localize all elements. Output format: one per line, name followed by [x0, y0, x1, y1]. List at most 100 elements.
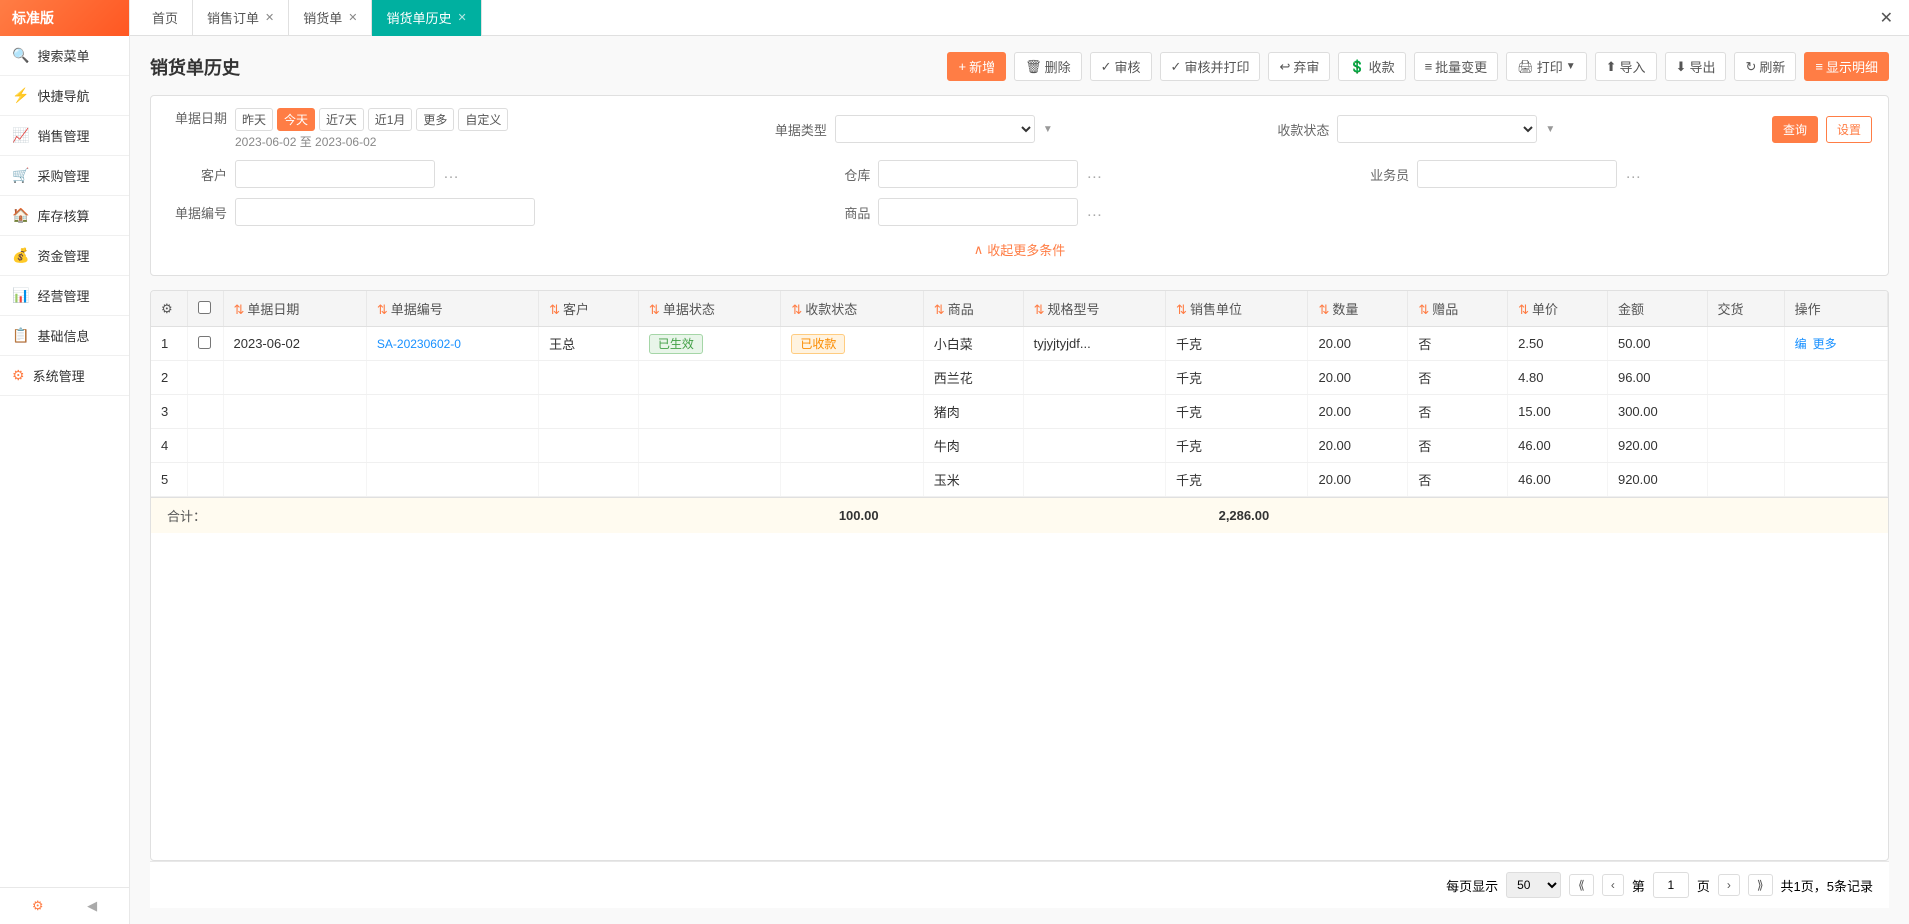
col-doc-date[interactable]: ⇅单据日期 [223, 291, 366, 327]
page-of-label: 页 [1697, 876, 1710, 895]
table-cell[interactable]: SA-20230602-0 [366, 327, 538, 361]
more-action-link[interactable]: 更多 [1813, 337, 1837, 351]
batch-change-button[interactable]: ≡ 批量变更 [1414, 52, 1499, 81]
date-yesterday-btn[interactable]: 昨天 [235, 108, 273, 131]
sidebar-item-search[interactable]: 🔍 搜索菜单 [0, 36, 129, 76]
salesman-dots[interactable]: … [1625, 165, 1641, 183]
tab-bar-close[interactable]: ✕ [1872, 8, 1901, 28]
collapse-sidebar-icon[interactable]: ◀ [87, 898, 97, 914]
table-row: 12023-06-02SA-20230602-0王总已生效已收款小白菜tyjyj… [151, 327, 1888, 361]
table-cell: 猪肉 [923, 395, 1023, 429]
next-page-btn[interactable]: › [1718, 874, 1740, 896]
goods-dots[interactable]: … [1086, 203, 1102, 221]
delete-button[interactable]: 🗑 删除 [1014, 52, 1082, 81]
tab-home[interactable]: 首页 [138, 0, 193, 36]
sidebar-item-quicknav[interactable]: ⚡ 快捷导航 [0, 76, 129, 116]
show-detail-button[interactable]: ≡ 显示明细 [1804, 52, 1889, 81]
settings-button[interactable]: 设置 [1826, 116, 1872, 143]
col-sales-unit[interactable]: ⇅销售单位 [1166, 291, 1308, 327]
table-cell: 920.00 [1607, 463, 1707, 497]
date-more-btn[interactable]: 更多 [416, 108, 454, 131]
collect-button[interactable]: 💲 收款 [1338, 52, 1405, 81]
customer-input[interactable] [235, 160, 435, 188]
sidebar-item-purchase[interactable]: 🛒 采购管理 [0, 156, 129, 196]
filter-area: 单据日期 昨天 今天 近7天 近1月 更多 自定义 2023-06-02 至 2… [150, 95, 1889, 276]
sidebar-item-sysmgmt[interactable]: ⚙ 系统管理 [0, 356, 129, 396]
sidebar-item-stock[interactable]: 🏠 库存核算 [0, 196, 129, 236]
tab-sales-delivery-close[interactable]: ✕ [348, 11, 357, 24]
doc-number-link[interactable]: SA-20230602-0 [377, 337, 461, 351]
tab-sales-history-close[interactable]: ✕ [458, 11, 467, 24]
sidebar-item-sales-label: 销售管理 [37, 126, 89, 145]
table-cell: 否 [1408, 395, 1508, 429]
col-doc-number[interactable]: ⇅单据编号 [366, 291, 538, 327]
sidebar-item-finance[interactable]: 💰 资金管理 [0, 236, 129, 276]
refresh-button[interactable]: ↻ 刷新 [1734, 52, 1796, 81]
settings-bottom-icon[interactable]: ⚙ [32, 898, 44, 914]
table-cell: 千克 [1166, 463, 1308, 497]
date-lastmonth-btn[interactable]: 近1月 [368, 108, 413, 131]
col-gift[interactable]: ⇅赠品 [1408, 291, 1508, 327]
tab-sales-history[interactable]: 销货单历史 ✕ [372, 0, 481, 36]
col-goods[interactable]: ⇅商品 [923, 291, 1023, 327]
table-cell: 920.00 [1607, 429, 1707, 463]
first-page-btn[interactable]: ⟪ [1569, 874, 1594, 896]
warehouse-dots[interactable]: … [1086, 165, 1102, 183]
salesman-input[interactable] [1417, 160, 1617, 188]
prev-page-btn[interactable]: ‹ [1602, 874, 1624, 896]
table-cell: 20.00 [1308, 361, 1408, 395]
page-number-input[interactable] [1653, 872, 1689, 898]
filter-row-2: 客户 … 仓库 … 业务员 … [167, 160, 1872, 188]
print-button[interactable]: 🖨 打印 ▼ [1506, 52, 1586, 81]
last-page-btn[interactable]: ⟫ [1748, 874, 1773, 896]
col-unit-price[interactable]: ⇅单价 [1508, 291, 1608, 327]
table-cell: 46.00 [1508, 463, 1608, 497]
warehouse-label: 仓库 [810, 165, 870, 184]
doc-number-input[interactable] [235, 198, 535, 226]
col-quantity[interactable]: ⇅数量 [1308, 291, 1408, 327]
payment-status-select[interactable] [1337, 115, 1537, 143]
purchase-icon: 🛒 [12, 167, 29, 184]
collapse-btn[interactable]: ∧ 收起更多条件 [167, 236, 1872, 263]
finance-icon: 💰 [12, 247, 29, 264]
goods-label: 商品 [810, 203, 870, 222]
audit-print-label: 审核并打印 [1184, 57, 1249, 76]
date-last7-btn[interactable]: 近7天 [319, 108, 364, 131]
table-cell: 2.50 [1508, 327, 1608, 361]
tab-sales-delivery[interactable]: 销货单 ✕ [289, 0, 372, 36]
col-customer[interactable]: ⇅客户 [539, 291, 639, 327]
warehouse-input[interactable] [878, 160, 1078, 188]
select-all-checkbox[interactable] [198, 301, 211, 314]
tab-sales-order-close[interactable]: ✕ [265, 11, 274, 24]
table-cell [1023, 361, 1165, 395]
import-button[interactable]: ⬆ 导入 [1595, 52, 1657, 81]
date-today-btn[interactable]: 今天 [277, 108, 315, 131]
edit-action-link[interactable]: 编 [1795, 337, 1807, 351]
sidebar-item-sales[interactable]: 📈 销售管理 [0, 116, 129, 156]
sidebar-item-finance-label: 资金管理 [37, 246, 89, 265]
abandon-icon: ↩ [1279, 59, 1290, 75]
table-cell-doc-status [638, 361, 780, 395]
col-doc-status[interactable]: ⇅单据状态 [638, 291, 780, 327]
sidebar-item-ops[interactable]: 📊 经营管理 [0, 276, 129, 316]
row-checkbox[interactable] [198, 336, 211, 349]
export-button[interactable]: ⬇ 导出 [1665, 52, 1727, 81]
doc-type-select[interactable] [835, 115, 1035, 143]
col-spec[interactable]: ⇅规格型号 [1023, 291, 1165, 327]
audit-label: 审核 [1115, 57, 1141, 76]
goods-input[interactable] [878, 198, 1078, 226]
table-cell: 2 [151, 361, 187, 395]
sidebar-item-basic[interactable]: 📋 基础信息 [0, 316, 129, 356]
audit-print-button[interactable]: ✓ 审核并打印 [1160, 52, 1261, 81]
refresh-label: 刷新 [1759, 57, 1785, 76]
page-size-select[interactable]: 20 50 100 [1506, 872, 1561, 898]
tab-sales-order[interactable]: 销售订单 ✕ [193, 0, 289, 36]
customer-dots[interactable]: … [443, 165, 459, 183]
audit-button[interactable]: ✓ 审核 [1090, 52, 1152, 81]
new-button[interactable]: + 新增 [947, 52, 1006, 81]
query-button[interactable]: 查询 [1772, 116, 1818, 143]
col-payment-status[interactable]: ⇅收款状态 [781, 291, 923, 327]
col-settings[interactable]: ⚙ [151, 291, 187, 327]
date-custom-btn[interactable]: 自定义 [458, 108, 508, 131]
abandon-button[interactable]: ↩ 弃审 [1268, 52, 1330, 81]
